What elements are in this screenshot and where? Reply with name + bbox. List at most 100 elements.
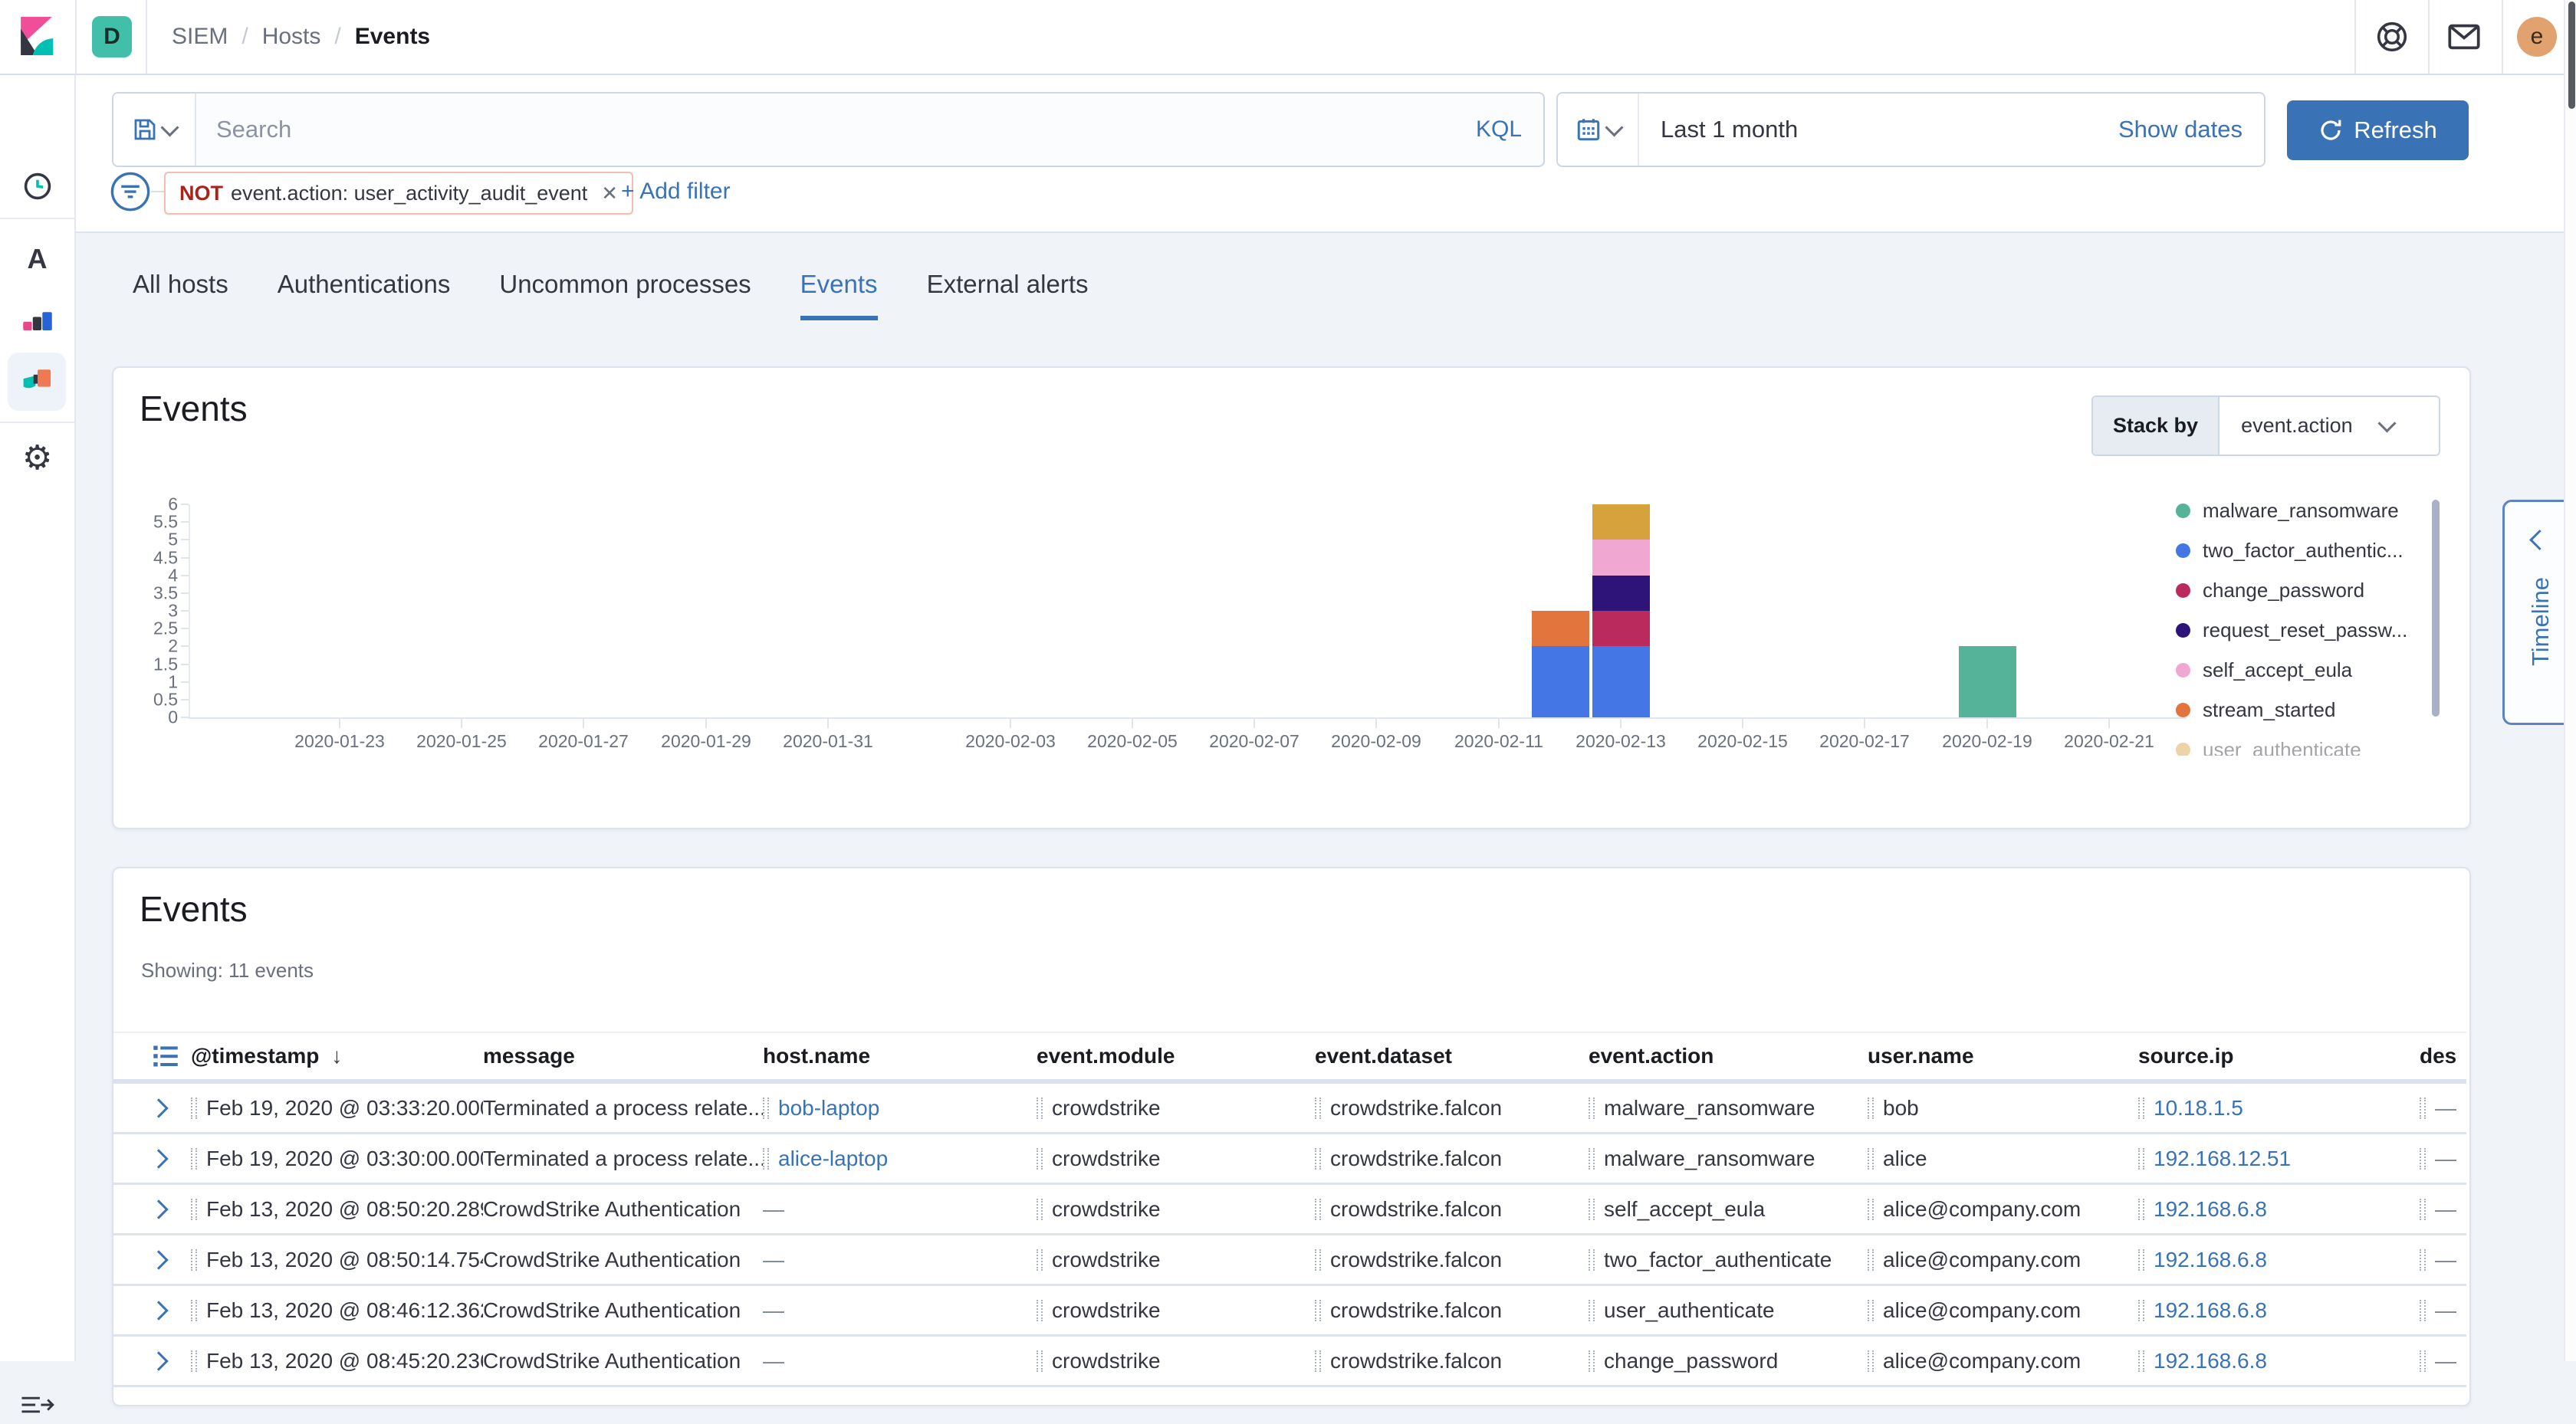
drag-handle-icon[interactable]: [1589, 1300, 1595, 1321]
drag-handle-icon[interactable]: [1315, 1148, 1321, 1170]
drag-handle-icon[interactable]: [2138, 1300, 2144, 1321]
fields-browser-icon[interactable]: [152, 1044, 179, 1068]
breadcrumb-item[interactable]: Events: [355, 24, 430, 50]
drag-handle-icon[interactable]: [1868, 1249, 1874, 1271]
drag-handle-icon[interactable]: [1037, 1098, 1043, 1119]
legend-item[interactable]: user_authenticate: [2176, 730, 2429, 756]
legend-item[interactable]: change_password: [2176, 570, 2429, 610]
scrollbar-thumb[interactable]: [2568, 2, 2575, 109]
time-range-value[interactable]: Last 1 month: [1639, 94, 2097, 166]
tab-events[interactable]: Events: [800, 270, 878, 320]
row-expander-button[interactable]: [113, 1253, 191, 1267]
column-header-event-action[interactable]: event.action: [1589, 1044, 1868, 1068]
drag-handle-icon[interactable]: [191, 1199, 197, 1220]
drag-handle-icon[interactable]: [1037, 1148, 1043, 1170]
remove-filter-icon[interactable]: ✕: [601, 182, 618, 205]
drag-handle-icon[interactable]: [191, 1249, 197, 1271]
space-badge[interactable]: D: [92, 16, 132, 57]
drag-handle-icon[interactable]: [1037, 1249, 1043, 1271]
kibana-logo-icon[interactable]: [18, 14, 57, 58]
dock-navigation-icon[interactable]: [0, 1386, 74, 1424]
tab-uncommon-processes[interactable]: Uncommon processes: [499, 270, 751, 320]
apm-app-icon[interactable]: A: [0, 244, 74, 274]
drag-handle-icon[interactable]: [1868, 1199, 1874, 1220]
drag-handle-icon[interactable]: [2138, 1148, 2144, 1170]
column-header-host-name[interactable]: host.name: [763, 1044, 1037, 1068]
help-icon[interactable]: [2374, 18, 2410, 55]
column-header-message[interactable]: message: [483, 1044, 763, 1068]
drag-handle-icon[interactable]: [191, 1148, 197, 1170]
drag-handle-icon[interactable]: [2138, 1199, 2144, 1220]
cell-value-host[interactable]: bob-laptop: [778, 1096, 879, 1120]
row-expander-button[interactable]: [113, 1101, 191, 1115]
drag-handle-icon[interactable]: [1589, 1249, 1595, 1271]
drag-handle-icon[interactable]: [1315, 1249, 1321, 1271]
refresh-button[interactable]: Refresh: [2287, 100, 2469, 160]
drag-handle-icon[interactable]: [1037, 1300, 1043, 1321]
drag-handle-icon[interactable]: [2420, 1098, 2426, 1119]
drag-handle-icon[interactable]: [2420, 1148, 2426, 1170]
drag-handle-icon[interactable]: [1037, 1199, 1043, 1220]
row-expander-button[interactable]: [113, 1152, 191, 1166]
drag-handle-icon[interactable]: [191, 1098, 197, 1119]
column-header--timestamp[interactable]: @timestamp↓: [191, 1044, 483, 1068]
visualize-app-icon[interactable]: [0, 306, 74, 340]
breadcrumb-item[interactable]: SIEM: [172, 24, 228, 50]
legend-item[interactable]: request_reset_passw...: [2176, 610, 2429, 650]
row-expander-button[interactable]: [113, 1304, 191, 1317]
legend-item[interactable]: stream_started: [2176, 690, 2429, 730]
save-query-button[interactable]: [113, 94, 196, 166]
stack-by-select[interactable]: event.action: [2220, 397, 2439, 454]
row-expander-button[interactable]: [113, 1203, 191, 1216]
drag-handle-icon[interactable]: [1589, 1148, 1595, 1170]
drag-handle-icon[interactable]: [1868, 1300, 1874, 1321]
drag-handle-icon[interactable]: [1315, 1300, 1321, 1321]
cell-value-source_ip[interactable]: 10.18.1.5: [2154, 1096, 2243, 1120]
filter-group-icon[interactable]: [110, 171, 151, 212]
column-header-des[interactable]: des: [2420, 1044, 2466, 1068]
add-filter-button[interactable]: + Add filter: [621, 172, 731, 212]
cell-value-source_ip[interactable]: 192.168.6.8: [2154, 1248, 2267, 1272]
tab-authentications[interactable]: Authentications: [278, 270, 451, 320]
column-header-user-name[interactable]: user.name: [1868, 1044, 2138, 1068]
drag-handle-icon[interactable]: [1589, 1098, 1595, 1119]
column-header-event-dataset[interactable]: event.dataset: [1315, 1044, 1589, 1068]
show-dates-button[interactable]: Show dates: [2097, 94, 2264, 166]
newsfeed-icon[interactable]: [2446, 18, 2482, 55]
cell-value-source_ip[interactable]: 192.168.6.8: [2154, 1197, 2267, 1222]
filter-pill-negated[interactable]: NOT event.action: user_activity_audit_ev…: [164, 172, 633, 215]
drag-handle-icon[interactable]: [1315, 1199, 1321, 1220]
legend-item[interactable]: two_factor_authentic...: [2176, 530, 2429, 570]
column-header-event-module[interactable]: event.module: [1037, 1044, 1315, 1068]
cell-value-host[interactable]: alice-laptop: [778, 1147, 888, 1171]
drag-handle-icon[interactable]: [1868, 1098, 1874, 1119]
search-input[interactable]: Search: [196, 94, 1454, 166]
recently-viewed-icon[interactable]: [0, 169, 74, 203]
column-header-source-ip[interactable]: source.ip: [2138, 1044, 2420, 1068]
drag-handle-icon[interactable]: [191, 1300, 197, 1321]
drag-handle-icon[interactable]: [2138, 1249, 2144, 1271]
drag-handle-icon[interactable]: [1868, 1148, 1874, 1170]
drag-handle-icon[interactable]: [2420, 1249, 2426, 1271]
drag-handle-icon[interactable]: [2420, 1199, 2426, 1220]
legend-scrollbar[interactable]: [2432, 500, 2440, 717]
drag-handle-icon[interactable]: [2138, 1098, 2144, 1119]
cell-value-source_ip[interactable]: 192.168.6.8: [2154, 1298, 2267, 1323]
user-avatar[interactable]: e: [2517, 17, 2557, 57]
drag-handle-icon[interactable]: [2420, 1300, 2426, 1321]
tab-all-hosts[interactable]: All hosts: [133, 270, 228, 320]
siem-app-icon[interactable]: [0, 365, 74, 399]
legend-item[interactable]: malware_ransomware: [2176, 491, 2429, 530]
legend-item[interactable]: self_accept_eula: [2176, 650, 2429, 690]
date-picker-button[interactable]: [1558, 94, 1639, 166]
cell-value-source_ip[interactable]: 192.168.12.51: [2154, 1147, 2291, 1171]
drag-handle-icon[interactable]: [763, 1098, 769, 1119]
tab-external-alerts[interactable]: External alerts: [927, 270, 1089, 320]
drag-handle-icon[interactable]: [763, 1148, 769, 1170]
page-scrollbar[interactable]: [2564, 0, 2576, 1361]
kql-language-button[interactable]: KQL: [1454, 94, 1543, 166]
management-gear-icon[interactable]: ⚙: [0, 440, 74, 477]
drag-handle-icon[interactable]: [1315, 1098, 1321, 1119]
breadcrumb-item[interactable]: Hosts: [262, 24, 321, 50]
drag-handle-icon[interactable]: [1589, 1199, 1595, 1220]
